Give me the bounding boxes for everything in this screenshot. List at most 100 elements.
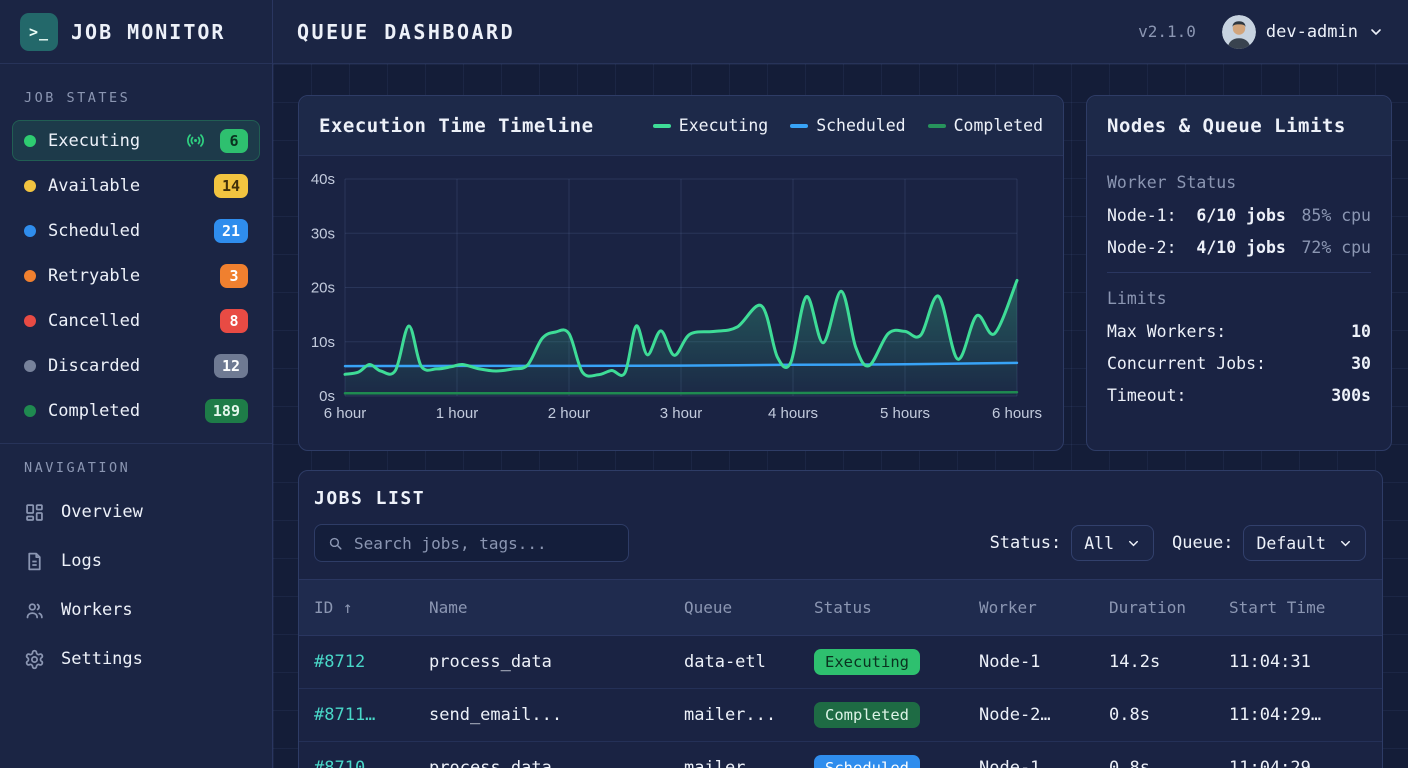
state-label: Scheduled xyxy=(48,220,141,241)
job-worker: Node-2… xyxy=(979,705,1051,725)
chart-legend: Executing Scheduled Completed xyxy=(652,116,1043,135)
table-header-row: ID ↑ Name Queue Status Worker Duration S… xyxy=(299,579,1382,636)
user-menu[interactable]: dev-admin xyxy=(1221,14,1384,49)
status-filter-select[interactable]: All xyxy=(1071,525,1155,561)
legend-swatch xyxy=(790,123,809,128)
legend-label: Executing xyxy=(678,116,769,135)
status-dot xyxy=(24,179,36,192)
svg-text:3 hour: 3 hour xyxy=(660,405,703,422)
app-root: >_ JOB MONITOR JOB STATES Executing 6 Av… xyxy=(0,0,1408,768)
column-header-duration[interactable]: Duration xyxy=(1109,598,1229,617)
status-dot xyxy=(24,314,36,327)
sidebar-item-settings[interactable]: Settings xyxy=(0,636,272,682)
table-row[interactable]: #8711… send_email... mailer... Completed… xyxy=(299,689,1382,742)
nav-label: Overview xyxy=(61,502,143,522)
queue-filter-group: Queue: Default xyxy=(1172,525,1366,561)
sidebar-item-logs[interactable]: Logs xyxy=(0,538,272,584)
avatar xyxy=(1221,14,1256,49)
sidebar-item-workers[interactable]: Workers xyxy=(0,587,272,633)
sidebar-item-overview[interactable]: Overview xyxy=(0,489,272,535)
job-states-heading: JOB STATES xyxy=(24,90,131,106)
sidebar-body: JOB STATES Executing 6 Available 14 Sche… xyxy=(0,64,272,699)
search-input[interactable] xyxy=(354,533,616,553)
svg-text:30s: 30s xyxy=(311,225,335,242)
status-dot xyxy=(24,134,36,147)
sidebar-item-discarded[interactable]: Discarded 12 xyxy=(12,345,260,386)
job-id-link[interactable]: #8712 xyxy=(314,652,429,672)
status-badge: Executing xyxy=(814,649,920,675)
count-badge: 3 xyxy=(220,263,248,288)
svg-text:2 hour: 2 hour xyxy=(548,405,591,422)
sidebar-item-completed[interactable]: Completed 189 xyxy=(12,390,260,431)
limit-label: Max Workers: xyxy=(1107,322,1227,341)
timeline-chart: 0s 10s 20s 30s 40s 6 hour 1 hour 2 hour 3 hour 4 … xyxy=(311,171,1042,422)
sidebar-item-cancelled[interactable]: Cancelled 8 xyxy=(12,300,260,341)
job-name: process_data xyxy=(429,652,552,672)
job-queue: data-etl xyxy=(684,652,766,672)
content-column: QUEUE DASHBOARD v2.1.0 dev-admin Executi… xyxy=(273,0,1408,768)
table-row[interactable]: #8712 process_data data-etl Executing No… xyxy=(299,636,1382,689)
chevron-down-icon xyxy=(1129,540,1139,546)
sidebar-item-retryable[interactable]: Retryable 3 xyxy=(12,255,260,296)
search-icon xyxy=(329,537,342,550)
status-badge: Scheduled xyxy=(814,755,920,768)
status-filter-label: Status: xyxy=(989,533,1062,553)
column-header-start-time[interactable]: Start Time xyxy=(1229,598,1382,617)
legend-swatch xyxy=(652,123,671,128)
timeline-card-header: Execution Time Timeline Executing Schedu… xyxy=(299,96,1063,156)
status-dot xyxy=(24,404,36,417)
search-box xyxy=(314,524,629,562)
limit-value: 30 xyxy=(1351,354,1371,373)
column-header-name[interactable]: Name xyxy=(429,598,684,617)
navigation-heading: NAVIGATION xyxy=(24,460,131,476)
worker-row-node-2: Node-2: 4/10 jobs 72% cpu xyxy=(1107,238,1371,257)
column-header-worker[interactable]: Worker xyxy=(979,598,1109,617)
sidebar-header: >_ JOB MONITOR xyxy=(0,0,272,64)
nav-label: Workers xyxy=(61,600,133,620)
legend-item-executing[interactable]: Executing xyxy=(652,116,769,135)
job-id-link[interactable]: #8710 xyxy=(314,758,429,768)
state-label: Available xyxy=(48,175,141,196)
worker-cpu: 85% cpu xyxy=(1301,206,1371,225)
nav-label: Logs xyxy=(61,551,102,571)
sidebar-divider xyxy=(0,443,272,444)
limit-label: Timeout: xyxy=(1107,386,1187,405)
state-label: Completed xyxy=(48,400,141,421)
document-icon xyxy=(28,552,41,570)
state-label: Executing xyxy=(48,130,141,151)
column-header-id[interactable]: ID ↑ xyxy=(314,598,429,617)
table-row[interactable]: #8710 process_data mailer Scheduled Node… xyxy=(299,742,1382,768)
legend-item-scheduled[interactable]: Scheduled xyxy=(790,116,906,135)
svg-text:6 hour: 6 hour xyxy=(324,405,367,422)
legend-item-completed[interactable]: Completed xyxy=(927,116,1043,135)
queue-filter-select[interactable]: Default xyxy=(1243,525,1366,561)
column-header-queue[interactable]: Queue xyxy=(684,598,814,617)
job-duration: 0.8s xyxy=(1109,758,1150,768)
job-queue: mailer xyxy=(684,758,746,768)
jobs-table: ID ↑ Name Queue Status Worker Duration S… xyxy=(299,579,1382,768)
jobs-card: JOBS LIST Status: All xyxy=(298,470,1383,768)
timeline-card: Execution Time Timeline Executing Schedu… xyxy=(298,95,1064,451)
limit-value: 300s xyxy=(1331,386,1371,405)
divider xyxy=(1107,272,1371,273)
job-id-link[interactable]: #8711… xyxy=(314,705,429,725)
grid-icon xyxy=(26,503,43,521)
limit-row-concurrent-jobs: Concurrent Jobs: 30 xyxy=(1107,354,1371,373)
job-name: send_email... xyxy=(429,705,563,725)
svg-text:0s: 0s xyxy=(319,388,335,405)
state-label: Retryable xyxy=(48,265,141,286)
column-header-status[interactable]: Status xyxy=(814,598,979,617)
sidebar-item-scheduled[interactable]: Scheduled 21 xyxy=(12,210,260,251)
sidebar-item-available[interactable]: Available 14 xyxy=(12,165,260,206)
chevron-down-icon xyxy=(1371,28,1381,35)
timeline-title: Execution Time Timeline xyxy=(319,114,594,137)
worker-name: Node-2: 4/10 jobs xyxy=(1107,238,1286,257)
job-duration: 0.8s xyxy=(1109,705,1150,725)
worker-status-heading: Worker Status xyxy=(1107,173,1237,192)
limit-value: 10 xyxy=(1351,322,1371,341)
live-broadcast-icon xyxy=(187,134,204,147)
worker-cpu: 72% cpu xyxy=(1301,238,1371,257)
selected-value: Default xyxy=(1256,533,1326,553)
chevron-down-icon xyxy=(1341,540,1350,546)
sidebar-item-executing[interactable]: Executing 6 xyxy=(12,120,260,161)
